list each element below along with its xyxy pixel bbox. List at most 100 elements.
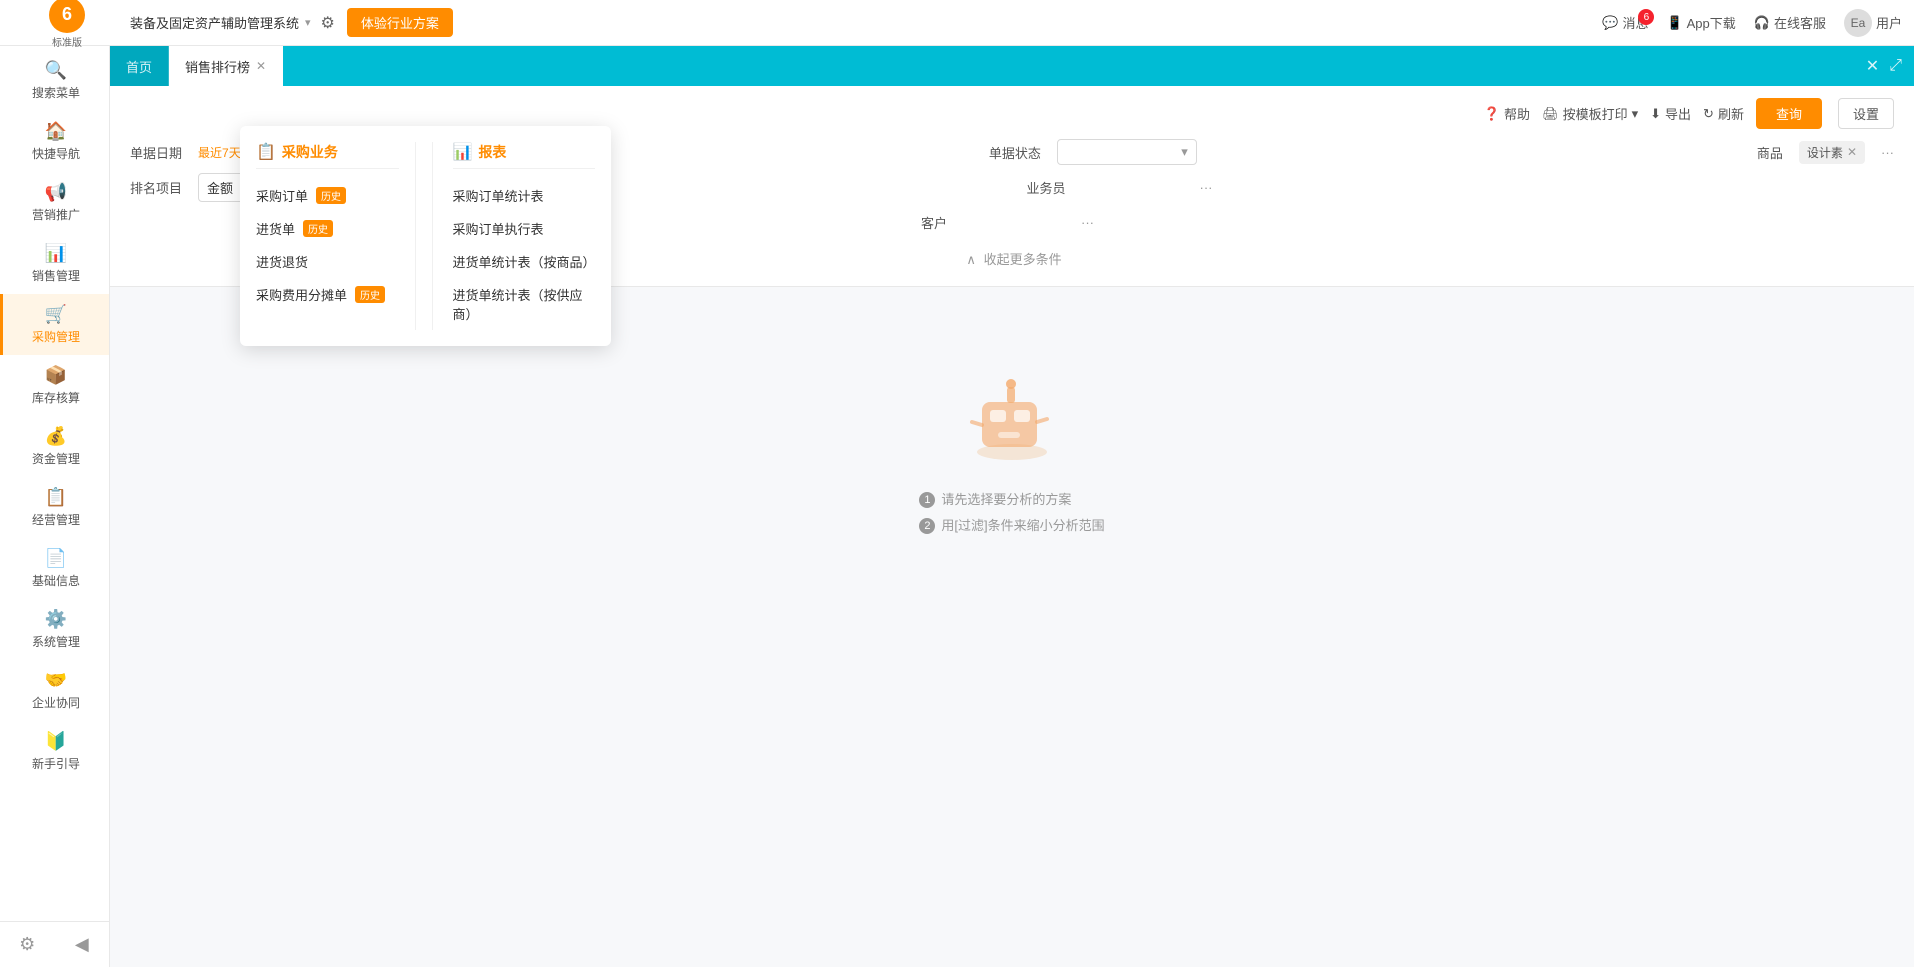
cart-icon: 🛒: [45, 304, 67, 325]
info-icon: 📄: [45, 548, 67, 569]
dropdown-item-inbound-stat-goods[interactable]: 进货单统计表（按商品）: [453, 245, 596, 278]
report-col-header: 📊 报表: [453, 142, 596, 169]
customer-more[interactable]: ···: [1081, 215, 1094, 230]
purchase-col-icon: 📋: [256, 142, 276, 162]
user-menu[interactable]: Ea 用户: [1844, 9, 1902, 37]
money-icon: 💰: [45, 426, 67, 447]
sidebar-item-guide[interactable]: 🔰 新手引导: [0, 721, 109, 782]
sidebar-item-search[interactable]: 🔍 搜索菜单: [0, 50, 109, 111]
export-icon: ⬇: [1650, 106, 1661, 122]
dropdown-item-inbound-stat-supplier[interactable]: 进货单统计表（按供应商）: [453, 278, 596, 330]
app-download-btn[interactable]: 📱 App下载: [1666, 13, 1735, 32]
settings-btn[interactable]: 设置: [1838, 98, 1894, 129]
search-icon: 🔍: [45, 60, 67, 81]
message-icon: 💬: [1602, 15, 1618, 31]
sidebar-item-nav[interactable]: 🏠 快捷导航: [0, 111, 109, 172]
help-btn[interactable]: ❓ 帮助: [1484, 104, 1530, 123]
main-layout: 🔍 搜索菜单 🏠 快捷导航 📢 营销推广 📊 销售管理 🛒 采购管理 📦 库存核…: [0, 46, 1914, 967]
refresh-icon: ↻: [1703, 106, 1714, 122]
collapse-up-icon: ∧: [966, 252, 976, 267]
megaphone-icon: 📢: [45, 182, 67, 203]
phone-icon: 📱: [1666, 15, 1682, 31]
clipboard-icon: 📋: [45, 487, 67, 508]
print-dropdown-arrow[interactable]: ▾: [1632, 106, 1639, 122]
goods-filter-tag: 设计素 ✕: [1799, 141, 1865, 164]
goods-tag-close[interactable]: ✕: [1847, 145, 1857, 159]
empty-illustration: [952, 367, 1072, 467]
sidebar-item-marketing[interactable]: 📢 营销推广: [0, 172, 109, 233]
system-name: 装备及固定资产辅助管理系统: [130, 13, 299, 32]
chart-icon: 📊: [45, 243, 67, 264]
dropdown-item-return[interactable]: 进货退货: [256, 245, 399, 278]
notification-badge: 6: [1638, 9, 1654, 25]
refresh-btn[interactable]: ↻ 刷新: [1703, 104, 1744, 123]
logo-area: 6 标准版: [12, 0, 122, 49]
doc-status-label: 单据状态: [989, 143, 1041, 162]
dropdown-item-inbound[interactable]: 进货单 历史: [256, 212, 399, 245]
notification-btn[interactable]: 💬 消息 6: [1602, 13, 1648, 32]
sidebar-item-finance[interactable]: 💰 资金管理: [0, 416, 109, 477]
purchase-col: 📋 采购业务 采购订单 历史 进货单 历史 进货退货: [256, 142, 399, 330]
dropdown-item-order-stat[interactable]: 采购订单统计表: [453, 179, 596, 212]
report-col-icon: 📊: [453, 142, 473, 162]
home-icon: 🏠: [45, 121, 67, 142]
dropdown-item-order-exec[interactable]: 采购订单执行表: [453, 212, 596, 245]
query-btn[interactable]: 查询: [1756, 98, 1822, 129]
sidebar-item-operations[interactable]: 📋 经营管理: [0, 477, 109, 538]
sidebar-item-enterprise[interactable]: 🤝 企业协同: [0, 660, 109, 721]
salesman-label: 业务员: [1027, 178, 1066, 197]
inbound-history-badge: 历史: [303, 220, 333, 237]
doc-status-select[interactable]: ▾: [1057, 139, 1197, 165]
sidebar-item-sales[interactable]: 📊 销售管理: [0, 233, 109, 294]
sidebar-collapse-btn[interactable]: ◀: [55, 930, 110, 959]
page-content: ❓ 帮助 🖨 按模板打印 ▾ ⬇ 导出 ↻ 刷新: [110, 86, 1914, 967]
tab-fullscreen-btn[interactable]: ⤢: [1889, 57, 1902, 75]
rank-label: 排名项目: [130, 178, 182, 197]
handshake-icon: 🤝: [45, 670, 67, 691]
tab-home[interactable]: 首页: [110, 46, 169, 86]
print-btn[interactable]: 🖨 按模板打印 ▾: [1542, 104, 1638, 123]
settings-icon[interactable]: ⚙: [321, 13, 335, 33]
help-icon: ❓: [1484, 106, 1500, 122]
sidebar-settings-btn[interactable]: ⚙: [0, 930, 55, 959]
box-icon: 📦: [45, 365, 67, 386]
dropdown-item-purchase-order[interactable]: 采购订单 历史: [256, 179, 399, 212]
purchase-col-header: 📋 采购业务: [256, 142, 399, 169]
customer-label: 客户: [921, 213, 947, 232]
empty-tip-2: 2 用[过滤]条件来缩小分析范围: [919, 513, 1104, 539]
sidebar-item-system[interactable]: ⚙️ 系统管理: [0, 599, 109, 660]
tab-bar-actions: ✕ ⤢: [1854, 46, 1914, 86]
dropdown-divider: [415, 142, 416, 330]
content-area: 首页 销售排行榜 ✕ ✕ ⤢ ❓ 帮助: [110, 46, 1914, 967]
date-label: 单据日期: [130, 143, 182, 162]
sidebar-item-basic-info[interactable]: 📄 基础信息: [0, 538, 109, 599]
sidebar-item-purchase[interactable]: 🛒 采购管理: [0, 294, 109, 355]
logo-icon: 6: [49, 0, 85, 33]
empty-tip-1: 1 请先选择要分析的方案: [919, 487, 1104, 513]
logo-subtitle: 标准版: [52, 34, 82, 49]
sidebar: 🔍 搜索菜单 🏠 快捷导航 📢 营销推广 📊 销售管理 🛒 采购管理 📦 库存核…: [0, 46, 110, 967]
system-area: 装备及固定资产辅助管理系统 ▾ ⚙ 体验行业方案: [130, 8, 1602, 37]
topbar-right: 💬 消息 6 📱 App下载 🎧 在线客服 Ea 用户: [1602, 9, 1902, 37]
sidebar-item-inventory[interactable]: 📦 库存核算: [0, 355, 109, 416]
tab-close-icon[interactable]: ✕: [256, 59, 266, 73]
salesman-field[interactable]: ···: [1082, 175, 1222, 200]
avatar: Ea: [1844, 9, 1872, 37]
system-dropdown-arrow[interactable]: ▾: [305, 16, 311, 29]
customer-field[interactable]: ···: [963, 210, 1103, 235]
headset-icon: 🎧: [1754, 15, 1770, 31]
tab-sales-ranking[interactable]: 销售排行榜 ✕: [169, 46, 283, 86]
export-btn[interactable]: ⬇ 导出: [1650, 104, 1691, 123]
salesman-more[interactable]: ···: [1200, 180, 1213, 195]
dropdown-item-expense[interactable]: 采购费用分摊单 历史: [256, 278, 399, 311]
guide-icon: 🔰: [45, 731, 67, 752]
purchase-dropdown-menu: 📋 采购业务 采购订单 历史 进货单 历史 进货退货: [240, 126, 611, 346]
date-tag-7days[interactable]: 最近7天: [198, 144, 241, 161]
tab-close-all-btn[interactable]: ✕: [1866, 56, 1879, 76]
system-icon: ⚙️: [45, 609, 67, 630]
online-service-btn[interactable]: 🎧 在线客服: [1754, 13, 1826, 32]
industry-btn[interactable]: 体验行业方案: [347, 8, 453, 37]
tab-bar: 首页 销售排行榜 ✕ ✕ ⤢: [110, 46, 1914, 86]
goods-more[interactable]: ···: [1881, 145, 1894, 160]
print-icon: 🖨: [1542, 106, 1559, 122]
